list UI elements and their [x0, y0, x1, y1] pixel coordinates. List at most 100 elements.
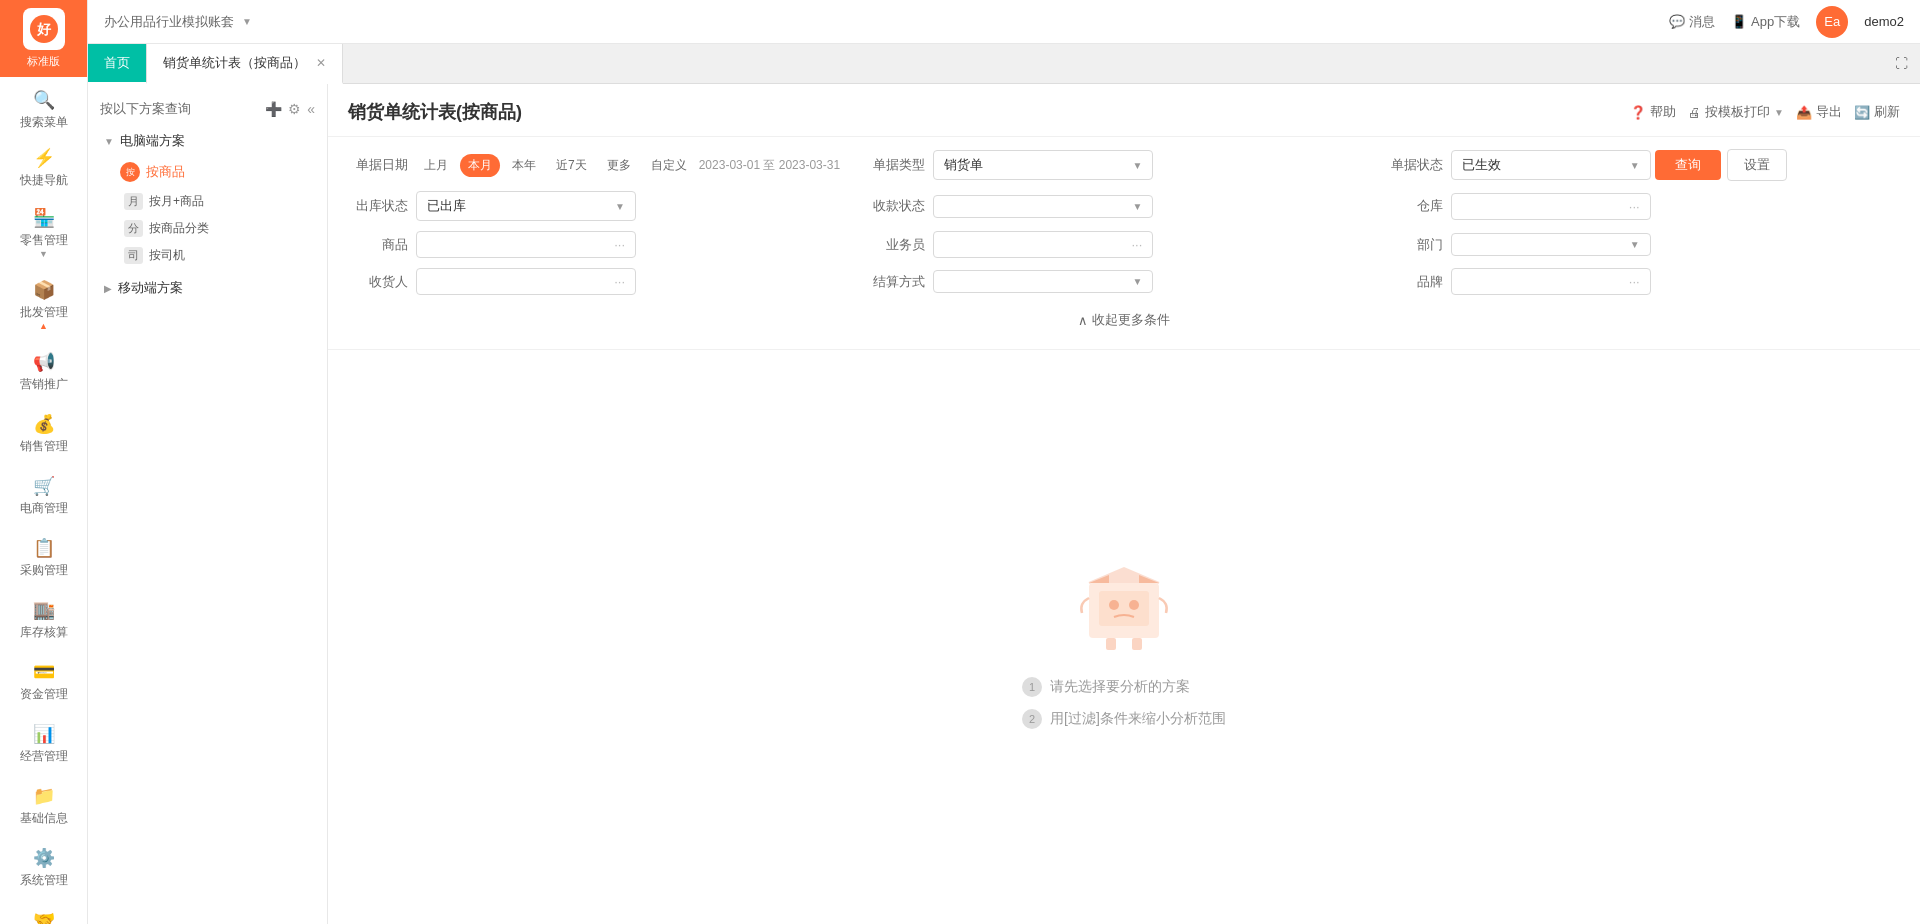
app-download-btn[interactable]: 📱 App下载 — [1731, 13, 1800, 31]
sidebar-item-basic[interactable]: 📁 基础信息 — [0, 775, 87, 837]
refresh-btn[interactable]: 🔄 刷新 — [1854, 103, 1900, 121]
tree-item-by-goods[interactable]: 按 按商品 — [88, 156, 327, 188]
app-download-label: App下载 — [1751, 13, 1800, 31]
tree-item-goods-category[interactable]: 分 按商品分类 — [88, 215, 327, 242]
user-name: demo2 — [1864, 14, 1904, 29]
help-label: 帮助 — [1650, 103, 1676, 121]
filter-brand-col: 品牌 ··· — [1383, 268, 1900, 295]
tree-mobile-schemes[interactable]: ▶ 移动端方案 — [88, 273, 327, 303]
svg-rect-7 — [1132, 638, 1142, 650]
sidebar-item-ecommerce[interactable]: 🛒 电商管理 — [0, 465, 87, 527]
salesperson-input[interactable]: ··· — [933, 231, 1153, 258]
out-status-select[interactable]: 已出库 ▼ — [416, 191, 636, 221]
date-btn-custom[interactable]: 自定义 — [643, 154, 695, 177]
sidebar-item-finance[interactable]: 💳 资金管理 — [0, 651, 87, 713]
collect-status-select[interactable]: ▼ — [933, 195, 1153, 218]
sidebar-item-wholesale-label: 批发管理 — [20, 304, 68, 321]
query-button[interactable]: 查询 — [1655, 150, 1721, 180]
date-range: 2023-03-01 至 2023-03-31 — [699, 157, 840, 174]
top-bar: 办公用品行业模拟账套 ▼ 💬 消息 📱 App下载 Ea demo2 — [88, 0, 1920, 44]
bill-status-arrow: ▼ — [1630, 160, 1640, 171]
left-panel: 按以下方案查询 ➕ ⚙ « ▼ 电脑端方案 按 按商品 月 按月+商品 — [88, 84, 328, 924]
message-icon: 💬 — [1669, 14, 1685, 29]
bill-type-select[interactable]: 销货单 ▼ — [933, 150, 1153, 180]
refresh-icon: 🔄 — [1854, 105, 1870, 120]
sidebar-item-sales-label: 销售管理 — [20, 438, 68, 455]
brand-input[interactable]: ··· — [1451, 268, 1651, 295]
filter-collect-status-col: 收款状态 ▼ — [865, 191, 1382, 221]
receiver-control: ··· — [416, 268, 865, 295]
tab-home[interactable]: 首页 — [88, 44, 147, 84]
tree-item-goods-category-label: 按商品分类 — [149, 220, 209, 237]
settings-scheme-icon[interactable]: ⚙ — [288, 101, 301, 117]
sidebar: 好 标准版 🔍 搜索菜单 ⚡ 快捷导航 🏪 零售管理 ▼ 📦 批发管理 ▲ 📢 … — [0, 0, 88, 924]
tree-item-driver[interactable]: 司 按司机 — [88, 242, 327, 269]
warehouse-label: 仓库 — [1383, 197, 1451, 215]
goods-dots[interactable]: ··· — [614, 237, 625, 252]
logo[interactable]: 好 标准版 — [0, 0, 87, 77]
tree-item-month-goods[interactable]: 月 按月+商品 — [88, 188, 327, 215]
top-bar-right: 💬 消息 📱 App下载 Ea demo2 — [1669, 6, 1904, 38]
collapse-btn[interactable]: ∧ 收起更多条件 — [348, 303, 1900, 337]
print-dropdown-icon[interactable]: ▼ — [1774, 107, 1784, 118]
message-label: 消息 — [1689, 13, 1715, 31]
warehouse-dots[interactable]: ··· — [1629, 199, 1640, 214]
sidebar-item-operations[interactable]: 📊 经营管理 — [0, 713, 87, 775]
filter-warehouse-col: 仓库 ··· — [1383, 191, 1900, 221]
salesperson-control: ··· — [933, 231, 1382, 258]
date-control: 上月 本月 本年 近7天 更多 自定义 2023-03-01 至 2023-03… — [416, 154, 865, 177]
date-btn-year[interactable]: 本年 — [504, 154, 544, 177]
sidebar-item-sales[interactable]: 💰 销售管理 — [0, 403, 87, 465]
collapse-panel-icon[interactable]: « — [307, 101, 315, 117]
date-btn-more[interactable]: 更多 — [599, 154, 639, 177]
date-btn-last-month[interactable]: 上月 — [416, 154, 456, 177]
goods-input[interactable]: ··· — [416, 231, 636, 258]
sidebar-item-system[interactable]: ⚙️ 系统管理 — [0, 837, 87, 899]
industry-dropdown-icon[interactable]: ▼ — [242, 16, 252, 27]
user-avatar[interactable]: Ea — [1816, 6, 1848, 38]
bill-type-label: 单据类型 — [865, 156, 933, 174]
sidebar-item-quicknav-label: 快捷导航 — [20, 172, 68, 189]
tab-expand-btn[interactable]: ⛶ — [1883, 56, 1920, 71]
brand-dots[interactable]: ··· — [1629, 274, 1640, 289]
sidebar-item-marketing[interactable]: 📢 营销推广 — [0, 341, 87, 403]
export-btn[interactable]: 📤 导出 — [1796, 103, 1842, 121]
sidebar-item-retail[interactable]: 🏪 零售管理 ▼ — [0, 197, 87, 269]
sidebar-item-purchase[interactable]: 📋 采购管理 — [0, 527, 87, 589]
salesperson-dots[interactable]: ··· — [1131, 237, 1142, 252]
tree-pc-label: 电脑端方案 — [120, 132, 185, 150]
print-btn[interactable]: 🖨 按模板打印 ▼ — [1688, 103, 1784, 121]
bill-type-arrow: ▼ — [1132, 160, 1142, 171]
sidebar-item-cooperation[interactable]: 🤝 企业协同 — [0, 899, 87, 924]
receiver-input[interactable]: ··· — [416, 268, 636, 295]
filter-bill-status-col: 单据状态 已生效 ▼ 查询 设置 — [1383, 149, 1900, 181]
date-btn-current-month[interactable]: 本月 — [460, 154, 500, 177]
empty-illustration — [1064, 533, 1184, 653]
filter-out-status-col: 出库状态 已出库 ▼ — [348, 191, 865, 221]
bill-status-right-btns: 查询 设置 — [1655, 149, 1787, 181]
settings-button[interactable]: 设置 — [1727, 149, 1787, 181]
warehouse-input[interactable]: ··· — [1451, 193, 1651, 220]
goods-label: 商品 — [348, 236, 416, 254]
dept-select[interactable]: ▼ — [1451, 233, 1651, 256]
tree-pc-schemes[interactable]: ▼ 电脑端方案 — [88, 126, 327, 156]
payment-label: 结算方式 — [865, 273, 933, 291]
message-btn[interactable]: 💬 消息 — [1669, 13, 1715, 31]
filter-row-3: 商品 ··· 业务员 — [348, 231, 1900, 258]
sidebar-item-inventory[interactable]: 🏬 库存核算 — [0, 589, 87, 651]
bill-status-select[interactable]: 已生效 ▼ — [1451, 150, 1651, 180]
receiver-dots[interactable]: ··· — [614, 274, 625, 289]
bill-status-control: 已生效 ▼ 查询 设置 — [1451, 149, 1900, 181]
tab-report-close-icon[interactable]: ✕ — [316, 56, 326, 70]
payment-select[interactable]: ▼ — [933, 270, 1153, 293]
add-scheme-icon[interactable]: ➕ — [265, 101, 282, 117]
date-btn-7days[interactable]: 近7天 — [548, 154, 595, 177]
tab-report[interactable]: 销货单统计表（按商品） ✕ — [147, 44, 343, 84]
sales-icon: 💰 — [33, 413, 55, 435]
sidebar-item-quicknav[interactable]: ⚡ 快捷导航 — [0, 139, 87, 197]
sidebar-item-search[interactable]: 🔍 搜索菜单 — [0, 77, 87, 139]
sidebar-item-wholesale[interactable]: 📦 批发管理 ▲ — [0, 269, 87, 341]
sidebar-item-search-label: 搜索菜单 — [20, 114, 68, 131]
out-status-arrow: ▼ — [615, 201, 625, 212]
help-btn[interactable]: ❓ 帮助 — [1630, 103, 1676, 121]
